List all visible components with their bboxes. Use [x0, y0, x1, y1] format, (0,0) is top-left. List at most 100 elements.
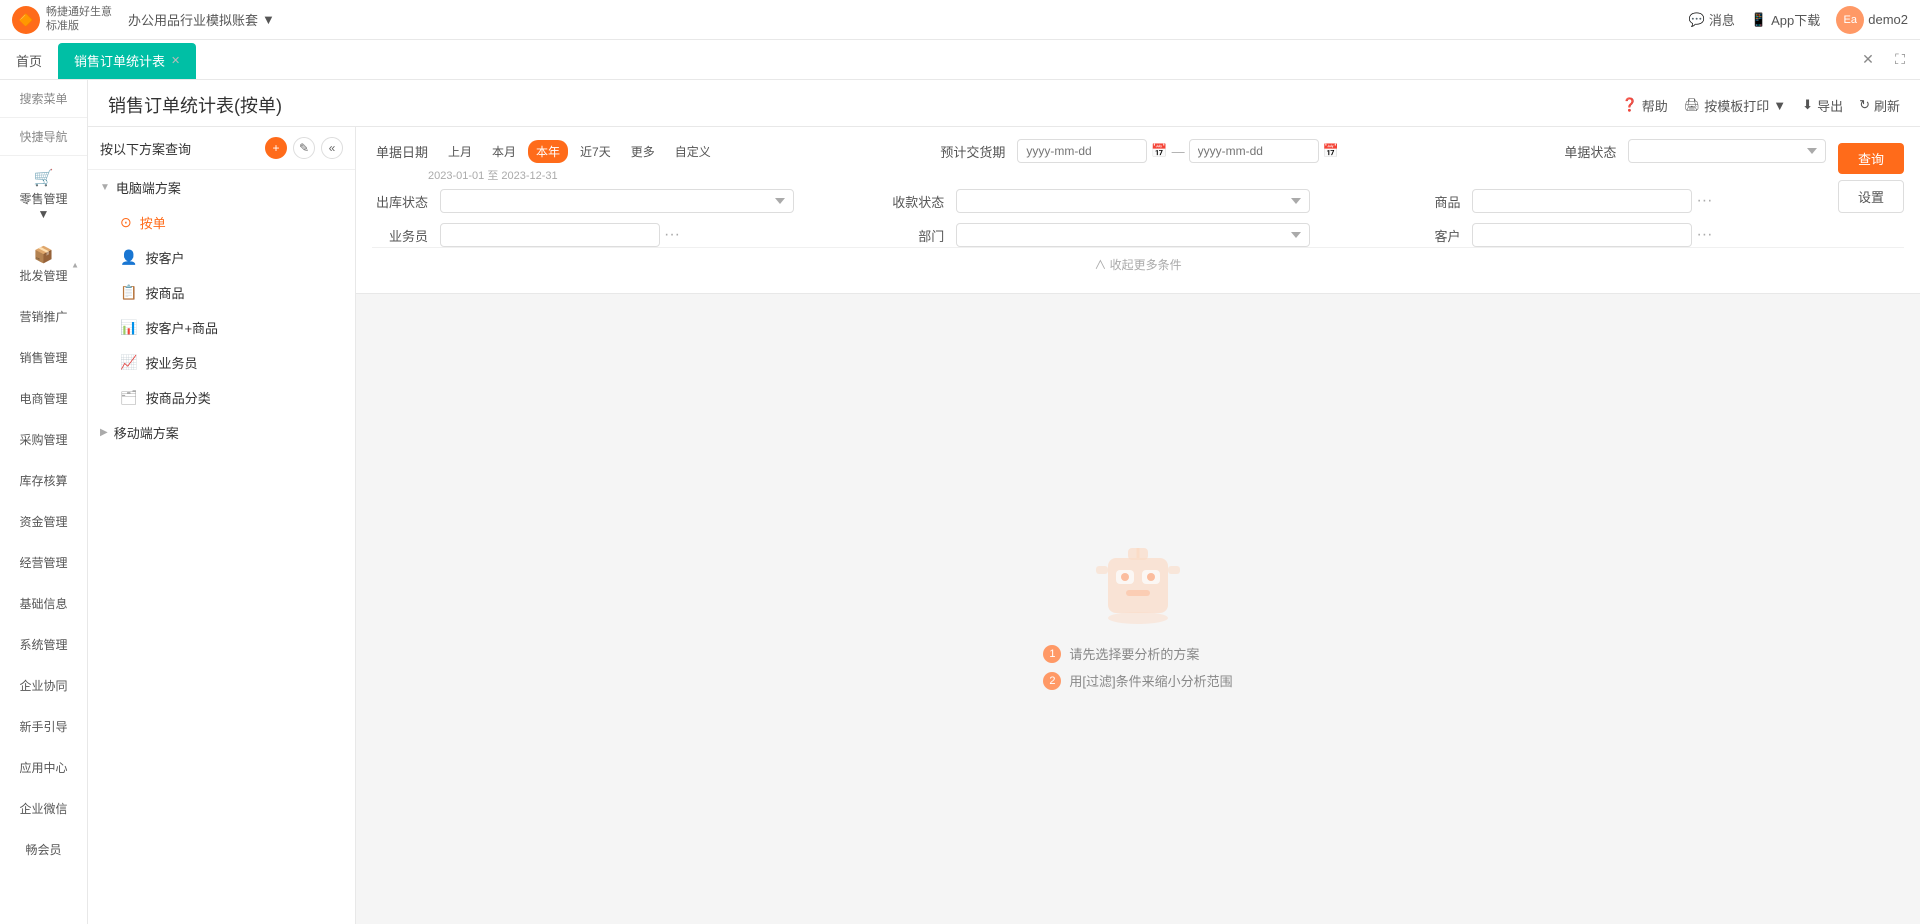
tree-expand-icon: ▼ — [100, 182, 110, 193]
mobile-section-header[interactable]: ▶ 移动端方案 — [88, 415, 355, 450]
logo-area: 🔶 畅捷通好生意 标准版 — [12, 6, 112, 34]
sidebar-item-wholesale[interactable]: 📦 批发管理 — [0, 233, 87, 296]
date-btn-last-month[interactable]: 上月 — [440, 140, 480, 163]
filter-row-1: 单据日期 上月 本月 本年 近7天 更多 自定义 — [372, 139, 1826, 163]
export-button[interactable]: ⬇ 导出 — [1802, 96, 1843, 115]
delivery-status-control — [440, 189, 794, 213]
quick-nav[interactable]: 快捷导航 — [0, 118, 87, 156]
expected-delivery-label: 预计交货期 — [940, 142, 1005, 161]
chevron-down-icon: ▼ — [262, 12, 275, 27]
tab-minimize-button[interactable]: ✕ — [1856, 48, 1880, 72]
logo-text: 畅捷通好生意 标准版 — [46, 6, 112, 32]
delivery-status-label: 出库状态 — [372, 192, 428, 211]
search-menu[interactable]: 搜索菜单 — [0, 80, 87, 118]
department-select[interactable] — [956, 223, 1310, 247]
sidebar-item-sales[interactable]: 销售管理 — [0, 337, 87, 378]
salesperson-more-icon[interactable]: ··· — [664, 226, 680, 244]
sidebar-item-basic[interactable]: 基础信息 — [0, 583, 87, 624]
sidebar-item-finance[interactable]: 资金管理 — [0, 501, 87, 542]
tab-bar-right: ✕ ⛶ — [1856, 48, 1912, 72]
collapse-up-icon: ∧ — [1094, 258, 1106, 272]
sidebar-item-wechat[interactable]: 企业微信 — [0, 788, 87, 829]
date-btn-more[interactable]: 更多 — [623, 140, 663, 163]
expected-delivery-control: 📅 — 📅 — [1017, 139, 1338, 163]
delivery-status-select[interactable] — [440, 189, 794, 213]
pc-section-header[interactable]: ▼ 电脑端方案 — [88, 170, 355, 205]
date-btn-this-month[interactable]: 本月 — [484, 140, 524, 163]
refresh-icon: ↻ — [1859, 97, 1870, 113]
tree-item-by-salesperson[interactable]: 📈 按业务员 — [100, 345, 355, 380]
tab-maximize-button[interactable]: ⛶ — [1888, 48, 1912, 72]
tree-item-by-customer-goods[interactable]: 📊 按客户+商品 — [100, 310, 355, 345]
help-button[interactable]: ❓ 帮助 — [1622, 96, 1668, 115]
status-label: 单据状态 — [1560, 142, 1616, 161]
sidebar-item-system[interactable]: 系统管理 — [0, 624, 87, 665]
customer-control: ··· — [1472, 223, 1826, 247]
sidebar-item-retail[interactable]: 🛒 零售管理 — [0, 156, 87, 233]
date-btn-7days[interactable]: 近7天 — [572, 140, 619, 163]
customer-input[interactable] — [1472, 223, 1692, 247]
tree-item-by-category[interactable]: 🗂 按商品分类 — [100, 380, 355, 415]
date-btn-this-year[interactable]: 本年 — [528, 140, 568, 163]
user-menu[interactable]: Ea demo2 — [1836, 6, 1908, 34]
sidebar-item-marketing[interactable]: 营销推广 — [0, 296, 87, 337]
add-scheme-button[interactable]: + — [265, 137, 287, 159]
top-bar: 🔶 畅捷通好生意 标准版 办公用品行业模拟账套 ▼ 💬 消息 📱 App下载 E… — [0, 0, 1920, 40]
empty-state: 1 请先选择要分析的方案 2 用[过滤]条件来缩小分析范围 — [356, 294, 1920, 924]
calendar-start-icon[interactable]: 📅 — [1151, 143, 1167, 159]
content-area: 销售订单统计表(按单) ❓ 帮助 🖨 按模板打印 ▼ ⬇ 导出 ↻ 刷新 — [88, 80, 1920, 924]
sidebar: 搜索菜单 快捷导航 🛒 零售管理 📦 批发管理 营销推广 销售管理 电商管理 采… — [0, 80, 88, 924]
collapse-bar[interactable]: ∧ 收起更多条件 — [372, 247, 1904, 281]
sidebar-item-purchase[interactable]: 采购管理 — [0, 419, 87, 460]
payment-status-select[interactable] — [956, 189, 1310, 213]
empty-tips: 1 请先选择要分析的方案 2 用[过滤]条件来缩小分析范围 — [1043, 644, 1232, 690]
left-panel-header: 按以下方案查询 + ✎ « — [88, 127, 355, 170]
payment-status-control — [956, 189, 1310, 213]
department-label: 部门 — [888, 226, 944, 245]
combined-icon: 📊 — [120, 319, 137, 336]
tip-num-2: 2 — [1043, 672, 1061, 690]
tab-stats[interactable]: 销售订单统计表 ✕ — [58, 43, 196, 79]
salesperson-input[interactable] — [440, 223, 660, 247]
tree-item-by-goods[interactable]: 📋 按商品 — [100, 275, 355, 310]
status-select[interactable] — [1628, 139, 1826, 163]
date-range-text: 2023-01-01 至 2023-12-31 — [428, 170, 558, 182]
goods-input[interactable] — [1472, 189, 1692, 213]
app-selector[interactable]: 办公用品行业模拟账套 ▼ — [120, 10, 283, 29]
payment-status-label: 收款状态 — [888, 192, 944, 211]
salesperson-control: ··· — [440, 223, 794, 247]
sidebar-item-enterprise[interactable]: 企业协同 — [0, 665, 87, 706]
date-label: 单据日期 — [372, 142, 428, 161]
date-btn-custom[interactable]: 自定义 — [667, 140, 719, 163]
customer-more-icon[interactable]: ··· — [1696, 226, 1712, 244]
query-button[interactable]: 查询 — [1838, 143, 1904, 174]
refresh-button[interactable]: ↻ 刷新 — [1859, 96, 1900, 115]
expected-delivery-start[interactable] — [1017, 139, 1147, 163]
goods-label: 商品 — [1404, 192, 1460, 211]
expected-delivery-end[interactable] — [1189, 139, 1319, 163]
help-icon: ❓ — [1622, 97, 1638, 113]
tree-item-by-order[interactable]: ⊙ 按单 — [100, 205, 355, 240]
sidebar-item-member[interactable]: 畅会员 — [0, 829, 87, 870]
template-print-button[interactable]: 🖨 按模板打印 ▼ — [1684, 96, 1786, 115]
settings-button[interactable]: 设置 — [1838, 180, 1904, 213]
wholesale-icon: 📦 — [0, 245, 87, 265]
collapse-panel-button[interactable]: « — [321, 137, 343, 159]
person-icon: 👤 — [120, 249, 137, 266]
sidebar-item-newguide[interactable]: 新手引导 — [0, 706, 87, 747]
sidebar-item-ecommerce[interactable]: 电商管理 — [0, 378, 87, 419]
pc-tree-children: ⊙ 按单 👤 按客户 📋 按商品 📊 按客户+商品 — [88, 205, 355, 415]
tab-close-icon[interactable]: ✕ — [171, 54, 180, 67]
tab-home[interactable]: 首页 — [0, 43, 58, 79]
sidebar-item-appcenter[interactable]: 应用中心 — [0, 747, 87, 788]
calendar-end-icon[interactable]: 📅 — [1323, 143, 1339, 159]
message-button[interactable]: 💬 消息 — [1689, 10, 1735, 29]
edit-scheme-button[interactable]: ✎ — [293, 137, 315, 159]
sidebar-item-operation[interactable]: 经营管理 — [0, 542, 87, 583]
date-quick-buttons: 上月 本月 本年 近7天 更多 自定义 — [440, 140, 719, 163]
tree-item-by-customer[interactable]: 👤 按客户 — [100, 240, 355, 275]
inner-layout: 按以下方案查询 + ✎ « ▼ 电脑端方案 ⊙ 按单 — [88, 127, 1920, 924]
goods-more-icon[interactable]: ··· — [1696, 192, 1712, 210]
app-download-button[interactable]: 📱 App下载 — [1751, 10, 1820, 29]
sidebar-item-inventory[interactable]: 库存核算 — [0, 460, 87, 501]
